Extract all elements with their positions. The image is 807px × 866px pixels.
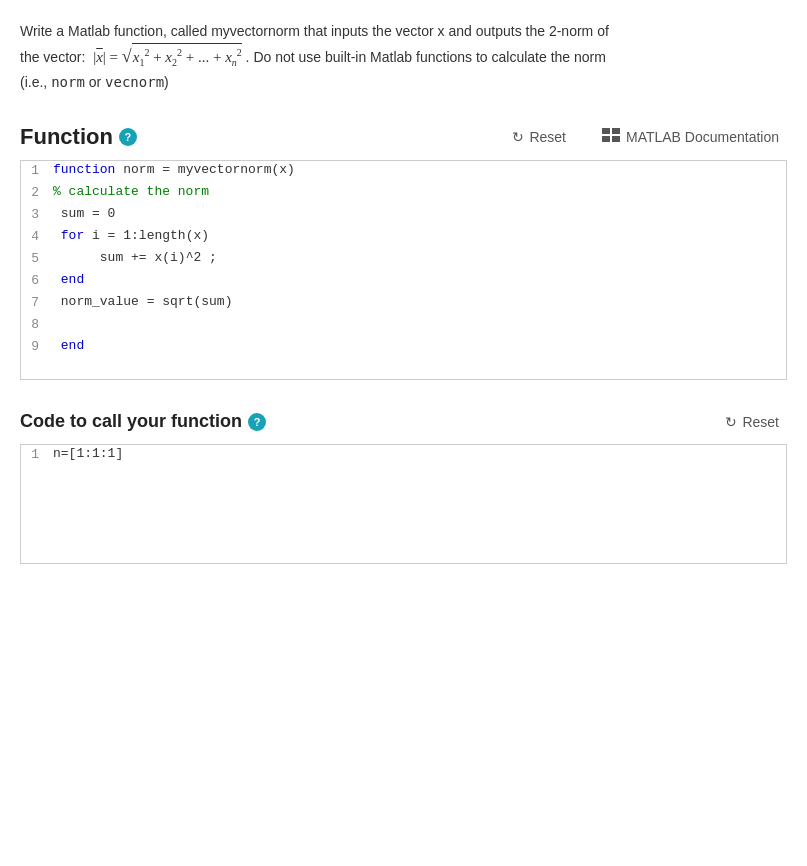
matlab-doc-label: MATLAB Documentation	[626, 129, 779, 145]
line-num-3: 3	[21, 206, 49, 222]
code-line-8: 8	[21, 315, 786, 337]
line-content-3: sum = 0	[49, 206, 786, 221]
line-num-8: 8	[21, 316, 49, 332]
code-line-6: 6 end	[21, 271, 786, 293]
code-line-1: 1 function norm = myvectornorm(x)	[21, 161, 786, 183]
function-section-header: Function ? ↻ Reset MATLAB Documentation	[20, 124, 787, 150]
svg-rect-0	[602, 128, 610, 134]
call-code-editor[interactable]: 1 n=[1:1:1]	[20, 444, 787, 564]
call-line-num-1: 1	[21, 446, 49, 462]
line-content-1: function norm = myvectornorm(x)	[49, 162, 786, 177]
function-reset-label: Reset	[529, 129, 566, 145]
call-line-content-1: n=[1:1:1]	[49, 446, 786, 461]
call-code-line-1: 1 n=[1:1:1]	[21, 445, 786, 467]
line-num-4: 4	[21, 228, 49, 244]
line-content-9: end	[49, 338, 786, 353]
code-line-4: 4 for i = 1:length(x)	[21, 227, 786, 249]
line-num-1: 1	[21, 162, 49, 178]
call-section-title: Code to call your function ?	[20, 411, 266, 432]
code-line-9: 9 end	[21, 337, 786, 359]
line-content-2: % calculate the norm	[49, 184, 786, 199]
line-num-5: 5	[21, 250, 49, 266]
svg-rect-3	[612, 136, 620, 142]
matlab-doc-button[interactable]: MATLAB Documentation	[594, 124, 787, 149]
call-reset-icon: ↻	[725, 414, 737, 430]
function-reset-button[interactable]: ↻ Reset	[504, 125, 574, 149]
call-section-header: Code to call your function ? ↻ Reset	[20, 410, 787, 434]
line-content-6: end	[49, 272, 786, 287]
svg-rect-2	[612, 128, 620, 134]
code-line-2: 2 % calculate the norm	[21, 183, 786, 205]
code-line-7: 7 norm_value = sqrt(sum)	[21, 293, 786, 315]
call-section-actions: ↻ Reset	[717, 410, 787, 434]
problem-description: Write a Matlab function, called myvector…	[20, 20, 787, 94]
line-content-5: sum += x(i)^2 ;	[49, 250, 786, 265]
function-code-editor[interactable]: 1 function norm = myvectornorm(x) 2 % ca…	[20, 160, 787, 380]
svg-rect-1	[602, 136, 610, 142]
call-title-text: Code to call your function	[20, 411, 242, 432]
line-num-9: 9	[21, 338, 49, 354]
line-content-4: for i = 1:length(x)	[49, 228, 786, 243]
line-num-7: 7	[21, 294, 49, 310]
call-reset-label: Reset	[742, 414, 779, 430]
matlab-doc-icon	[602, 128, 620, 145]
function-reset-icon: ↻	[512, 129, 524, 145]
function-help-icon[interactable]: ?	[119, 128, 137, 146]
function-title-text: Function	[20, 124, 113, 150]
function-section-title: Function ?	[20, 124, 137, 150]
line-num-2: 2	[21, 184, 49, 200]
call-reset-button[interactable]: ↻ Reset	[717, 410, 787, 434]
line-num-6: 6	[21, 272, 49, 288]
call-help-icon[interactable]: ?	[248, 413, 266, 431]
code-line-3: 3 sum = 0	[21, 205, 786, 227]
code-line-5: 5 sum += x(i)^2 ;	[21, 249, 786, 271]
function-section-actions: ↻ Reset MATLAB Documentation	[504, 124, 787, 149]
line-content-7: norm_value = sqrt(sum)	[49, 294, 786, 309]
